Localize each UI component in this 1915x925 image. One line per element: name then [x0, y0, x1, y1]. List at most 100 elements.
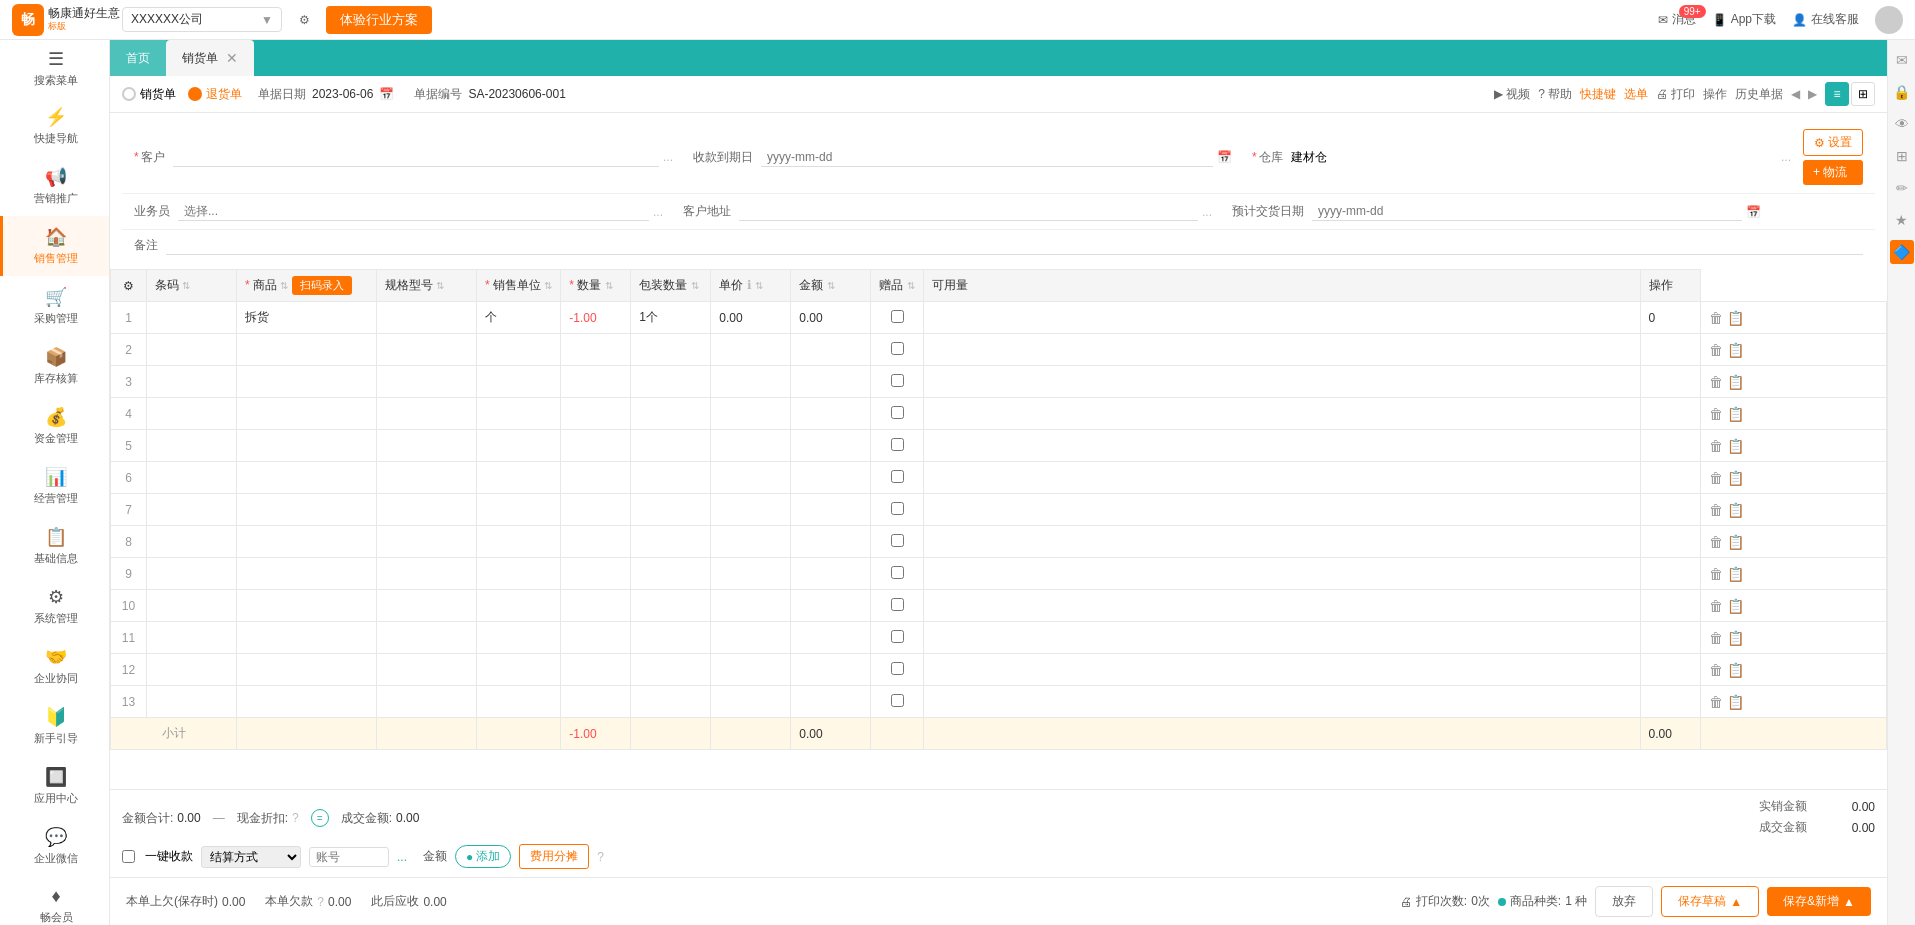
copy-icon[interactable]: 📋	[1727, 342, 1744, 358]
row-spec[interactable]	[377, 622, 477, 654]
row-pkg-qty[interactable]	[631, 526, 711, 558]
row-spec[interactable]	[377, 494, 477, 526]
row-spec[interactable]	[377, 462, 477, 494]
row-product[interactable]	[237, 686, 377, 718]
radio-sales[interactable]: 销货单	[122, 86, 176, 103]
copy-icon[interactable]: 📋	[1727, 534, 1744, 550]
row-barcode[interactable]	[147, 302, 237, 334]
row-price[interactable]	[711, 398, 791, 430]
row-spec[interactable]	[377, 558, 477, 590]
row-amount[interactable]	[791, 398, 871, 430]
delete-icon[interactable]: 🗑	[1709, 598, 1723, 614]
rs-lock-icon[interactable]: 🔒	[1890, 80, 1914, 104]
row-price[interactable]	[711, 590, 791, 622]
row-unit[interactable]	[477, 558, 561, 590]
row-barcode[interactable]	[147, 526, 237, 558]
row-product[interactable]	[237, 654, 377, 686]
row-gift[interactable]	[871, 366, 923, 398]
delete-icon[interactable]: 🗑	[1709, 534, 1723, 550]
row-price[interactable]	[711, 526, 791, 558]
row-price[interactable]	[711, 494, 791, 526]
row-amount[interactable]	[791, 686, 871, 718]
rs-star-icon[interactable]: ★	[1890, 208, 1914, 232]
row-pkg-qty[interactable]	[631, 430, 711, 462]
action-operation[interactable]: 操作	[1703, 86, 1727, 103]
row-barcode[interactable]	[147, 654, 237, 686]
delete-icon[interactable]: 🗑	[1709, 502, 1723, 518]
save-draft-button[interactable]: 保存草稿 ▲	[1661, 886, 1759, 917]
rs-orange-icon[interactable]: 🔷	[1890, 240, 1914, 264]
row-gift[interactable]	[871, 590, 923, 622]
due-date-input[interactable]	[761, 148, 1213, 167]
row-pkg-qty[interactable]	[631, 622, 711, 654]
copy-icon[interactable]: 📋	[1727, 374, 1744, 390]
row-pkg-qty[interactable]	[631, 654, 711, 686]
row-barcode[interactable]	[147, 590, 237, 622]
customer-addr-dots[interactable]: ...	[1202, 205, 1212, 219]
row-pkg-qty[interactable]	[631, 686, 711, 718]
row-pkg-qty[interactable]	[631, 590, 711, 622]
row-spec[interactable]	[377, 430, 477, 462]
row-product[interactable]	[237, 334, 377, 366]
rs-grid-icon[interactable]: ⊞	[1890, 144, 1914, 168]
row-pkg-qty[interactable]	[631, 494, 711, 526]
row-product[interactable]	[237, 622, 377, 654]
sidebar-item-enterprise[interactable]: 🤝 企业协同	[0, 636, 109, 696]
row-gift[interactable]	[871, 334, 923, 366]
row-barcode[interactable]	[147, 622, 237, 654]
row-unit[interactable]	[477, 622, 561, 654]
row-quantity[interactable]	[561, 654, 631, 686]
row-quantity[interactable]	[561, 430, 631, 462]
row-gift[interactable]	[871, 526, 923, 558]
row-price[interactable]	[711, 334, 791, 366]
row-barcode[interactable]	[147, 462, 237, 494]
row-spec[interactable]	[377, 654, 477, 686]
remark-input[interactable]	[166, 236, 1863, 255]
row-quantity[interactable]: -1.00	[561, 302, 631, 334]
copy-icon[interactable]: 📋	[1727, 438, 1744, 454]
row-price[interactable]: 0.00	[711, 302, 791, 334]
sidebar-item-system[interactable]: ⚙ 系统管理	[0, 576, 109, 636]
row-spec[interactable]	[377, 302, 477, 334]
sidebar-item-wechat[interactable]: 💬 企业微信	[0, 816, 109, 876]
sidebar-item-appstore[interactable]: 🔲 应用中心	[0, 756, 109, 816]
copy-icon[interactable]: 📋	[1727, 662, 1744, 678]
rs-edit-icon[interactable]: ✏	[1890, 176, 1914, 200]
row-price[interactable]	[711, 558, 791, 590]
copy-icon[interactable]: 📋	[1727, 630, 1744, 646]
row-price[interactable]	[711, 430, 791, 462]
row-spec[interactable]	[377, 366, 477, 398]
row-unit[interactable]	[477, 590, 561, 622]
row-gift[interactable]	[871, 430, 923, 462]
row-spec[interactable]	[377, 590, 477, 622]
row-quantity[interactable]	[561, 526, 631, 558]
delete-icon[interactable]: 🗑	[1709, 566, 1723, 582]
sidebar-item-finance[interactable]: 💰 资金管理	[0, 396, 109, 456]
row-unit[interactable]: 个	[477, 302, 561, 334]
copy-icon[interactable]: 📋	[1727, 470, 1744, 486]
fee-split-button[interactable]: 费用分摊	[519, 844, 589, 869]
fee-help-icon[interactable]: ?	[597, 850, 604, 864]
row-product[interactable]	[237, 590, 377, 622]
row-unit[interactable]	[477, 430, 561, 462]
row-spec[interactable]	[377, 398, 477, 430]
row-quantity[interactable]	[561, 622, 631, 654]
row-amount[interactable]: 0.00	[791, 302, 871, 334]
sidebar-item-operations[interactable]: 📊 经营管理	[0, 456, 109, 516]
col-settings[interactable]: ⚙	[111, 270, 147, 302]
one-click-checkbox[interactable]	[122, 850, 135, 863]
message-button[interactable]: ✉ 消息 99+	[1658, 11, 1696, 28]
customer-addr-input[interactable]	[739, 202, 1198, 221]
row-unit[interactable]	[477, 686, 561, 718]
customer-dots[interactable]: ...	[663, 150, 673, 164]
row-amount[interactable]	[791, 590, 871, 622]
add-button[interactable]: ● 添加	[455, 845, 511, 868]
copy-icon[interactable]: 📋	[1727, 406, 1744, 422]
tab-close-icon[interactable]: ✕	[226, 50, 238, 66]
row-product[interactable]	[237, 430, 377, 462]
delete-icon[interactable]: 🗑	[1709, 470, 1723, 486]
row-barcode[interactable]	[147, 398, 237, 430]
row-quantity[interactable]	[561, 334, 631, 366]
row-barcode[interactable]	[147, 686, 237, 718]
trial-button[interactable]: 体验行业方案	[326, 6, 432, 34]
